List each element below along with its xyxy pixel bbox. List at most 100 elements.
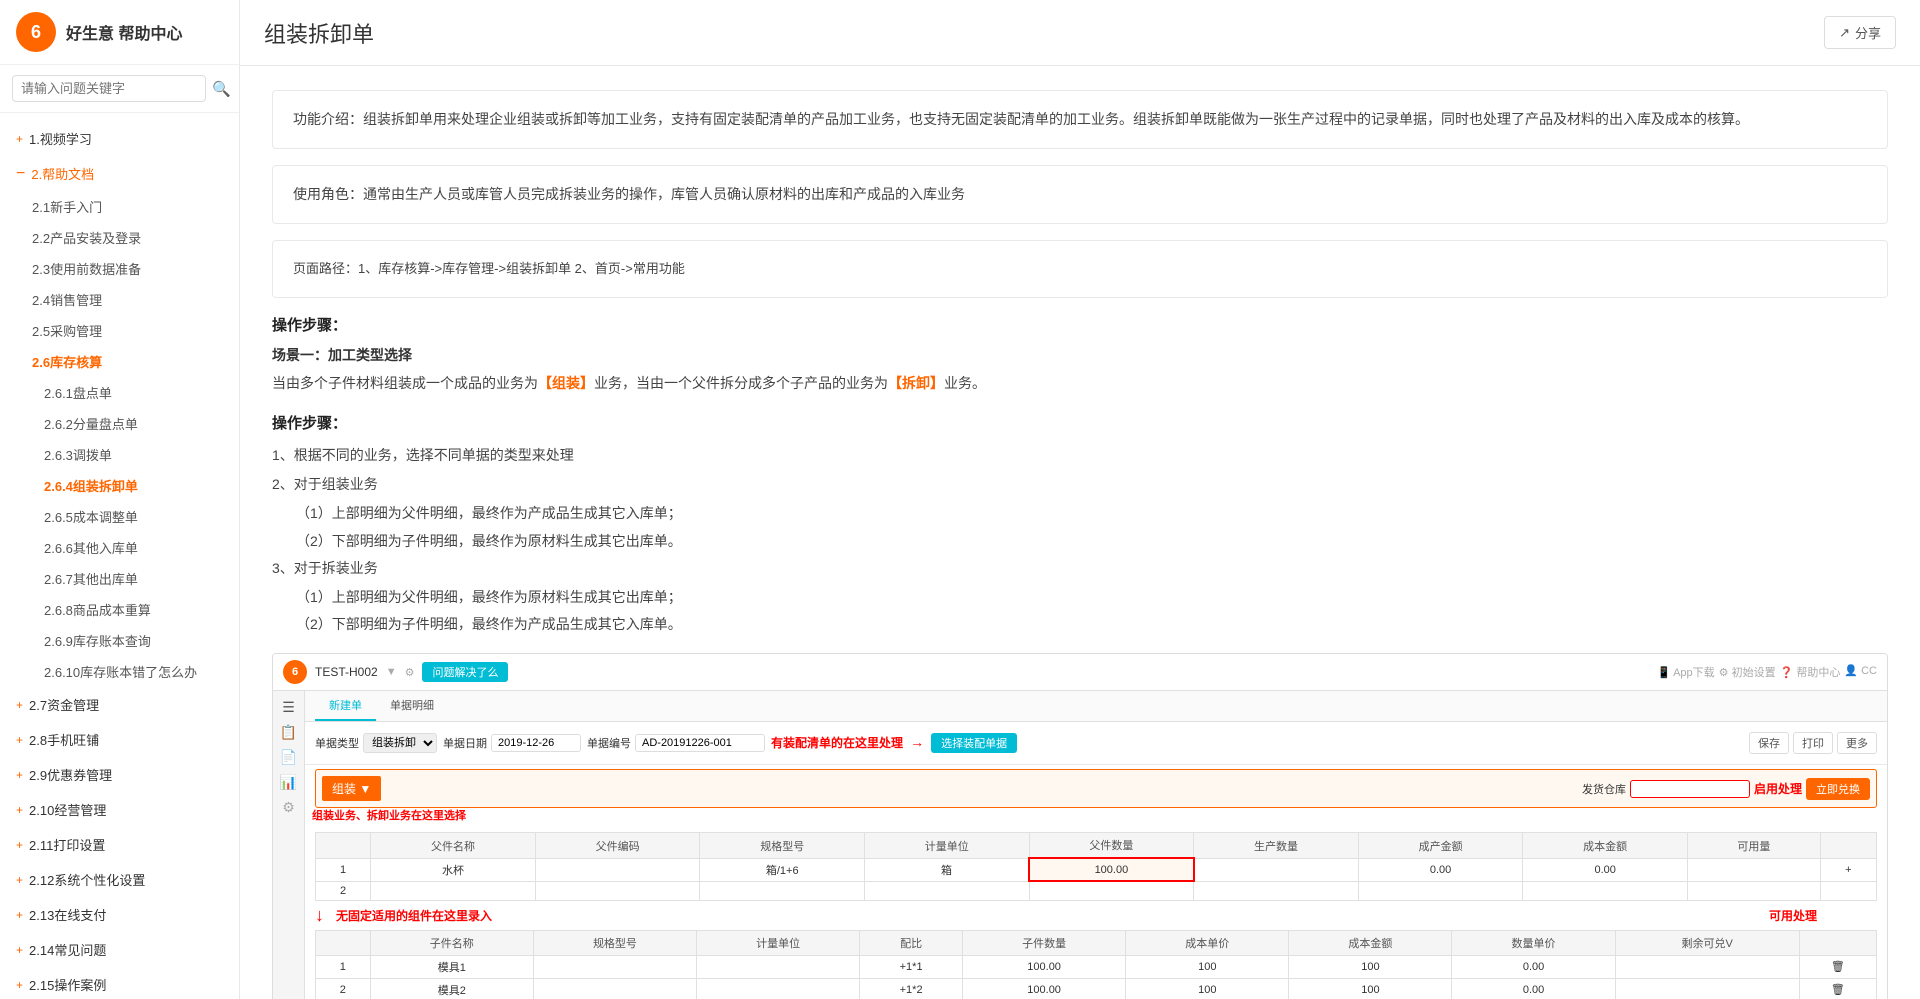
expand-icon: +	[16, 803, 23, 817]
sim-upper-td-0-5[interactable]: 100.00	[1029, 858, 1194, 881]
annotation-4-text: 可用处理	[1769, 909, 1817, 923]
sim-lower-td-1-1[interactable]: 模具2	[370, 978, 533, 999]
sim-save-btn[interactable]: 保存	[1749, 732, 1789, 754]
sidebar-item-data-prep[interactable]: 2.3使用前数据准备	[0, 253, 239, 284]
sim-type-select[interactable]: 组装拆卸	[363, 733, 437, 753]
sidebar-item-coupon[interactable]: + 2.9优惠券管理	[0, 757, 239, 792]
sim-lower-td-0-3	[697, 955, 860, 978]
sidebar-item-docs[interactable]: − 2.帮助文档	[0, 156, 239, 191]
sim-lower-td-0-9	[1615, 955, 1799, 978]
sim-lower-td-1-10: 🗑	[1799, 978, 1876, 999]
sidebar-item-s269[interactable]: 2.6.9库存账本查询	[0, 625, 239, 656]
sim-upper-td-0-1[interactable]: 水杯	[371, 858, 536, 881]
sim-nav-icon-5[interactable]: ⚙	[282, 799, 295, 816]
sim-lower-th-5: 子件数量	[963, 930, 1126, 955]
sidebar-item-personalize[interactable]: + 2.12系统个性化设置	[0, 862, 239, 897]
sim-lower-td-0-1[interactable]: 模具1	[370, 955, 533, 978]
sidebar-item-cases[interactable]: + 2.15操作案例	[0, 967, 239, 999]
sidebar-item-s264[interactable]: 2.6.4组装拆卸单	[0, 470, 239, 501]
sim-warehouse-input[interactable]	[1630, 780, 1750, 798]
sidebar-item-newbie[interactable]: 2.1新手入门	[0, 191, 239, 222]
role-text: 使用角色：通常由生产人员或库管人员完成拆装业务的操作，库管人员确认原材料的出库和…	[293, 186, 965, 202]
step-3-sub1: （1）上部明细为父件明细，最终作为原材料生成其它出库单；	[272, 585, 1888, 610]
sidebar-item-install[interactable]: 2.2产品安装及登录	[0, 222, 239, 253]
sidebar-item-sales[interactable]: 2.4销售管理	[0, 284, 239, 315]
sim-tab-detail[interactable]: 单据明细	[376, 691, 448, 721]
sidebar-item-videos[interactable]: + 1.视频学习	[0, 121, 239, 156]
sidebar-item-s261[interactable]: 2.6.1盘点单	[0, 377, 239, 408]
sim-select-btn[interactable]: 选择装配单据	[931, 733, 1017, 753]
sidebar-item-inventory[interactable]: 2.6库存核算	[0, 346, 239, 377]
sim-nav-icon-4[interactable]: 📊	[280, 774, 297, 791]
sidebar-item-s265[interactable]: 2.6.5成本调整单	[0, 501, 239, 532]
sim-upper-td-1-1[interactable]	[371, 881, 536, 900]
sim-lower-th-6: 成本单价	[1126, 930, 1289, 955]
search-input[interactable]	[12, 75, 206, 102]
sim-more-btn[interactable]: 更多	[1837, 732, 1877, 754]
sim-icon-bar: ☰ 📋 📄 📊 ⚙	[273, 691, 305, 999]
sim-nav-icon-3[interactable]: 📄	[280, 749, 297, 766]
sim-print-btn[interactable]: 打印	[1793, 732, 1833, 754]
sim-upper-td-0-10: +	[1820, 858, 1876, 881]
sim-num-field: 单据编号	[587, 734, 765, 752]
arrow-icon-1: →	[910, 734, 924, 750]
sim-lower-td-1-4: +1*2	[860, 978, 963, 999]
step-2: 2、对于组装业务	[272, 472, 1888, 497]
sim-body: ☰ 📋 📄 📊 ⚙ 新建单 单据明细	[273, 691, 1887, 999]
sim-tabs: 新建单 单据明细	[305, 691, 1887, 722]
arrow-down-icon: ↓	[315, 905, 324, 926]
role-block: 使用角色：通常由生产人员或库管人员完成拆装业务的操作，库管人员确认原材料的出库和…	[272, 165, 1888, 224]
sim-process-type[interactable]: 组装 ▼	[322, 776, 381, 801]
sidebar-item-label: 2.11打印设置	[29, 835, 105, 854]
sim-confirm-btn[interactable]: 立即兑换	[1806, 778, 1870, 800]
sidebar-item-print[interactable]: + 2.11打印设置	[0, 827, 239, 862]
sim-lower-td-1-3	[697, 978, 860, 999]
sim-lower-thead: 子件名称 规格型号 计量单位 配比 子件数量 成本单价 成本金额 数量单价 剩余	[316, 930, 1877, 955]
sim-lower-table: 子件名称 规格型号 计量单位 配比 子件数量 成本单价 成本金额 数量单价 剩余	[315, 930, 1877, 999]
sim-nav-icon-2[interactable]: 📋	[280, 724, 297, 741]
sim-upper-td-1-7	[1358, 881, 1523, 900]
annotation-4-area: 可用处理	[1769, 907, 1817, 924]
sidebar-item-s262[interactable]: 2.6.2分量盘点单	[0, 408, 239, 439]
sidebar-item-online-pay[interactable]: + 2.13在线支付	[0, 897, 239, 932]
sidebar-item-ops[interactable]: + 2.10经营管理	[0, 792, 239, 827]
sidebar-item-s267[interactable]: 2.6.7其他出库单	[0, 563, 239, 594]
sim-num-input[interactable]	[635, 734, 765, 752]
sim-tab-new[interactable]: 新建单	[315, 691, 376, 721]
sidebar-item-finance[interactable]: + 2.7资金管理	[0, 687, 239, 722]
sidebar-item-label: 2.7资金管理	[29, 695, 99, 714]
sidebar-item-purchase[interactable]: 2.5采购管理	[0, 315, 239, 346]
sim-app-id: TEST-H002	[315, 665, 378, 679]
share-label: 分享	[1855, 23, 1881, 42]
sim-warehouse-label: 发货仓库	[1582, 781, 1626, 797]
sidebar: 6 好生意 帮助中心 🔍 + 1.视频学习 − 2.帮助文档 2.1新手入门 2…	[0, 0, 240, 999]
expand-icon: +	[16, 733, 23, 747]
sim-lower-th-3: 计量单位	[697, 930, 860, 955]
share-button[interactable]: ↗ 分享	[1824, 16, 1896, 49]
sim-nav-icon-1[interactable]: ☰	[282, 699, 295, 716]
sim-date-input[interactable]	[491, 734, 581, 752]
sim-lower-th-0	[316, 930, 371, 955]
sim-sub-form: 组装 ▼ 组装业务、拆卸业务在这里选择 发货仓库 启用处理 立即兑换	[315, 769, 1877, 808]
sim-upper-td-0-9	[1687, 858, 1820, 881]
sim-upper-th-0	[316, 833, 371, 859]
sidebar-item-faq[interactable]: + 2.14常见问题	[0, 932, 239, 967]
page-header: 组装拆卸单 ↗ 分享	[240, 0, 1920, 66]
sim-lower-td-0-2	[533, 955, 696, 978]
sidebar-item-s268[interactable]: 2.6.8商品成本重算	[0, 594, 239, 625]
sim-header-btns: 保存 打印 更多	[1749, 732, 1877, 754]
sim-lower-th-2: 规格型号	[533, 930, 696, 955]
sidebar-item-s2610[interactable]: 2.6.10库存账本错了怎么办	[0, 656, 239, 687]
sim-type-annotation-area: 组装 ▼ 组装业务、拆卸业务在这里选择	[322, 776, 381, 801]
sidebar-item-s266[interactable]: 2.6.6其他入库单	[0, 532, 239, 563]
sim-lower-td-0-8: 0.00	[1452, 955, 1615, 978]
sim-warehouse-field: 发货仓库 启用处理 立即兑换	[1582, 778, 1870, 800]
sidebar-item-mobile[interactable]: + 2.8手机旺铺	[0, 722, 239, 757]
sidebar-item-label: 2.帮助文档	[31, 164, 94, 183]
expand-icon: +	[16, 873, 23, 887]
sidebar-item-s263[interactable]: 2.6.3调拨单	[0, 439, 239, 470]
annotation-1-text: 有装配清单的在这里处理	[771, 736, 903, 750]
search-button[interactable]: 🔍	[212, 80, 231, 98]
expand-icon: +	[16, 908, 23, 922]
sim-problem-btn[interactable]: 问题解决了么	[422, 662, 508, 682]
